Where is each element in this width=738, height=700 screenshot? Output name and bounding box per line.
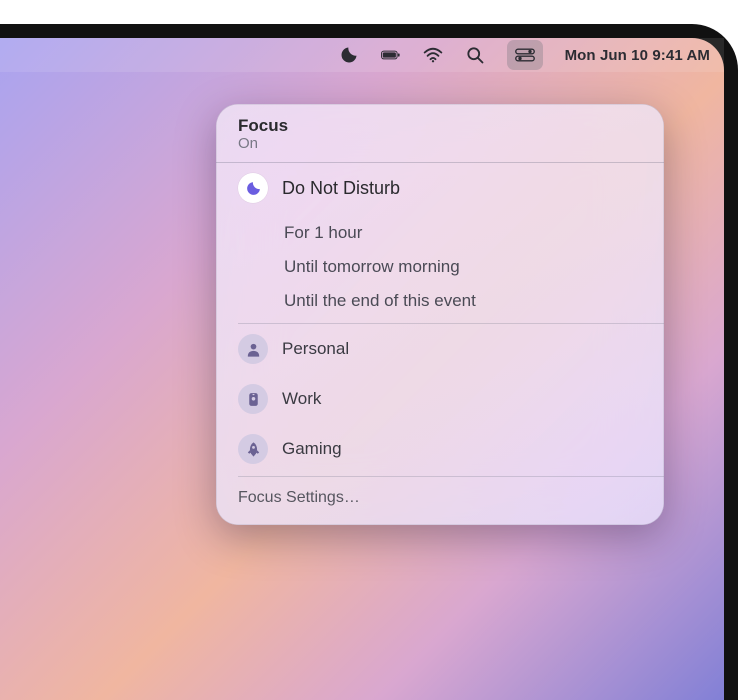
moon-icon — [238, 173, 268, 203]
menubar-datetime[interactable]: Mon Jun 10 9:41 AM — [565, 47, 710, 64]
focus-mode-personal[interactable]: Personal — [216, 324, 664, 374]
person-icon — [238, 334, 268, 364]
dnd-label: Do Not Disturb — [282, 178, 400, 199]
duration-option-end-of-event[interactable]: Until the end of this event — [216, 285, 664, 317]
spotlight-search-icon[interactable] — [465, 45, 485, 65]
focus-settings-link[interactable]: Focus Settings… — [216, 477, 664, 515]
focus-mode-gaming[interactable]: Gaming — [216, 424, 664, 476]
control-center-icon[interactable] — [507, 40, 543, 70]
rocket-icon — [238, 434, 268, 464]
panel-status: On — [238, 135, 646, 152]
focus-dropdown-panel: Focus On Do Not Disturb For 1 hour Until… — [216, 104, 664, 525]
duration-option-1hour[interactable]: For 1 hour — [216, 217, 664, 249]
badge-icon — [238, 384, 268, 414]
menu-bar: Mon Jun 10 9:41 AM — [0, 38, 724, 72]
panel-title: Focus — [238, 116, 646, 136]
desktop: Mon Jun 10 9:41 AM Focus On Do Not Distu… — [0, 24, 738, 700]
focus-mode-label: Personal — [282, 339, 349, 359]
focus-mode-work[interactable]: Work — [216, 374, 664, 424]
duration-option-tomorrow-morning[interactable]: Until tomorrow morning — [216, 251, 664, 283]
focus-mode-do-not-disturb[interactable]: Do Not Disturb — [216, 163, 664, 213]
battery-icon[interactable] — [381, 45, 401, 65]
focus-mode-label: Gaming — [282, 439, 342, 459]
wifi-icon[interactable] — [423, 45, 443, 65]
dnd-duration-options: For 1 hour Until tomorrow morning Until … — [216, 213, 664, 323]
focus-menubar-icon[interactable] — [339, 45, 359, 65]
focus-mode-label: Work — [282, 389, 321, 409]
